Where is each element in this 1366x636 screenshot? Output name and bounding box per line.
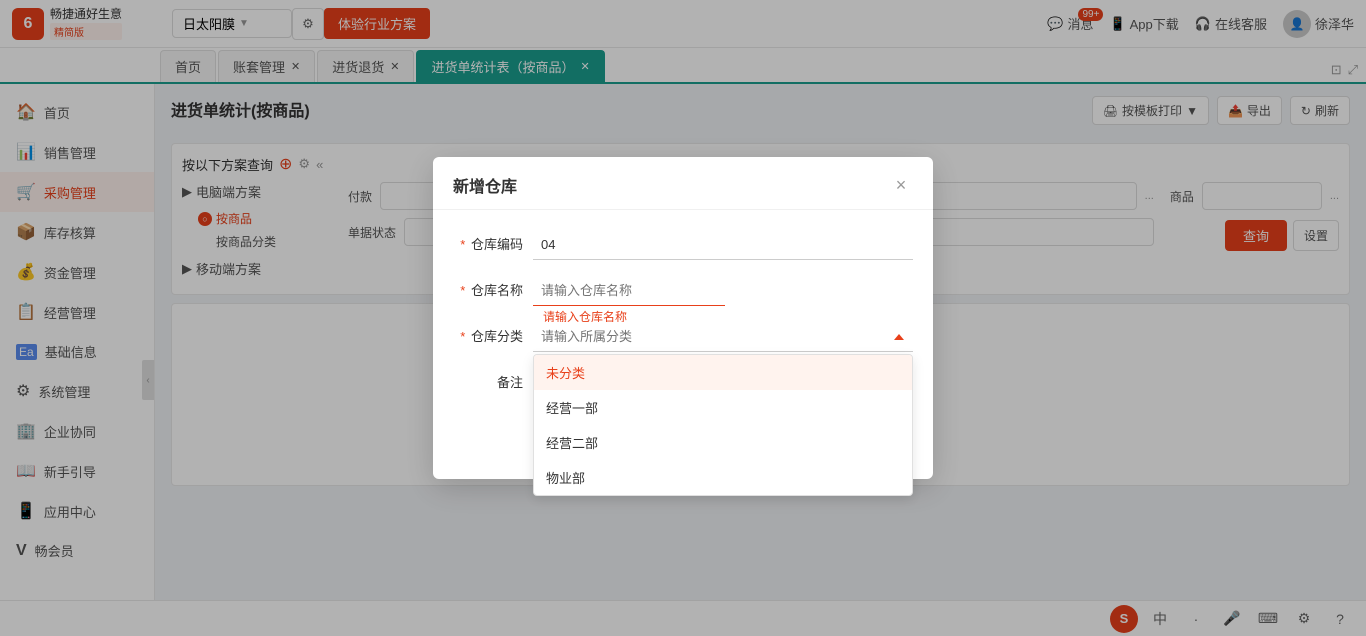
modal-body: * 仓库编码 * 仓库名称 请输入仓库名称 *	[433, 210, 933, 398]
category-row: * 仓库分类 未分类 经营一部 经营二部 物业部	[453, 322, 913, 352]
modal-title: 新增仓库	[453, 173, 517, 197]
name-row: * 仓库名称 请输入仓库名称	[453, 276, 913, 306]
remark-label: 备注	[453, 368, 533, 398]
modal-close-button[interactable]: ×	[889, 173, 913, 197]
code-input[interactable]	[533, 230, 913, 260]
category-dropdown: 未分类 经营一部 经营二部 物业部	[533, 354, 913, 496]
name-label: * 仓库名称	[453, 276, 533, 306]
chevron-up-icon	[894, 334, 904, 340]
warehouse-modal: 新增仓库 × * 仓库编码 * 仓库名称	[433, 157, 933, 479]
dropdown-option-ops2[interactable]: 经营二部	[534, 425, 912, 460]
dropdown-option-ops1[interactable]: 经营一部	[534, 390, 912, 425]
modal-header: 新增仓库 ×	[433, 157, 933, 210]
category-input[interactable]	[533, 322, 913, 352]
category-wrapper: 未分类 经营一部 经营二部 物业部	[533, 322, 913, 352]
code-row: * 仓库编码	[453, 230, 913, 260]
code-label: * 仓库编码	[453, 230, 533, 260]
name-input[interactable]	[533, 276, 725, 306]
dropdown-toggle-button[interactable]	[885, 322, 913, 352]
dropdown-option-uncategorized[interactable]: 未分类	[534, 355, 912, 390]
modal-overlay: 新增仓库 × * 仓库编码 * 仓库名称	[0, 0, 1366, 636]
dropdown-option-ops3[interactable]: 物业部	[534, 460, 912, 495]
category-label: * 仓库分类	[453, 322, 533, 352]
